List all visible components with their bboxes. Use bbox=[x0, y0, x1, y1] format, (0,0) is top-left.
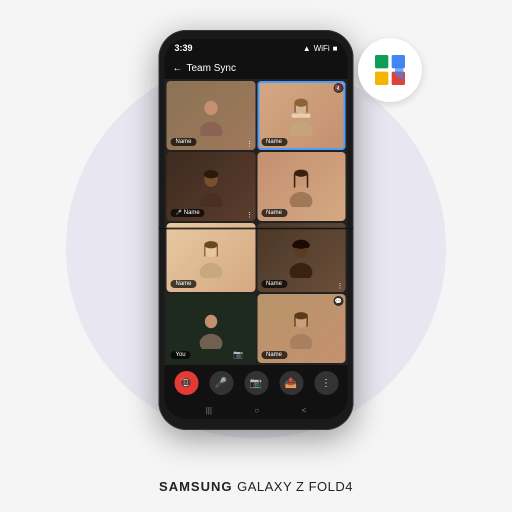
samsung-branding: SAMSUNG Galaxy Z Fold4 bbox=[159, 479, 353, 494]
participant-cell-3: 🎤 Name ⋮ bbox=[167, 152, 256, 221]
participant-cell-5: Name bbox=[167, 223, 256, 292]
participant-cell-self: You 📷 bbox=[167, 294, 256, 363]
model-name: Galaxy Z Fold4 bbox=[237, 479, 353, 494]
name-tag-1: Name bbox=[171, 138, 197, 146]
name-tag-self: You bbox=[171, 351, 191, 359]
participant-cell-6: Name ⋮ bbox=[257, 223, 346, 292]
share-button[interactable]: 📤 bbox=[279, 371, 303, 395]
more-button[interactable]: ⋮ bbox=[314, 371, 338, 395]
status-time: 3:39 bbox=[175, 43, 193, 53]
muted-2: 🔇 bbox=[334, 83, 344, 93]
more-options-3[interactable]: ⋮ bbox=[246, 211, 253, 219]
camera-icon-self: 📷 bbox=[233, 350, 243, 359]
name-tag-3: 🎤 Name bbox=[171, 209, 205, 217]
name-tag-6: Name bbox=[261, 280, 287, 288]
status-bar: 3:39 ▲ WiFi ■ bbox=[165, 39, 348, 57]
participant-cell-8: Name 💬 bbox=[257, 294, 346, 363]
wifi-icon: WiFi bbox=[314, 44, 330, 53]
scene: 3:39 ▲ WiFi ■ ← Team Sync bbox=[0, 0, 512, 512]
call-title: Team Sync bbox=[187, 63, 236, 74]
more-options-6[interactable]: ⋮ bbox=[337, 282, 344, 290]
recents-button[interactable]: ||| bbox=[206, 406, 212, 415]
name-tag-8: Name bbox=[261, 351, 287, 359]
signal-icon: ▲ bbox=[303, 44, 311, 53]
more-options-1[interactable]: ⋮ bbox=[246, 140, 253, 148]
phone: 3:39 ▲ WiFi ■ ← Team Sync bbox=[159, 30, 354, 430]
participant-cell-1: Name ⋮ bbox=[167, 81, 256, 150]
meet-icon bbox=[358, 38, 422, 102]
fold-crease bbox=[159, 227, 354, 230]
back-icon[interactable]: ← bbox=[173, 63, 183, 74]
brand-name: SAMSUNG bbox=[159, 479, 232, 494]
name-tag-2: Name bbox=[261, 138, 287, 146]
nav-bar: ← Team Sync bbox=[165, 57, 348, 79]
home-button[interactable]: ○ bbox=[254, 406, 259, 415]
call-controls: 📵 🎤 📷 📤 ⋮ bbox=[165, 365, 348, 401]
battery-icon: ■ bbox=[333, 44, 338, 53]
end-call-button[interactable]: 📵 bbox=[174, 371, 198, 395]
camera-button[interactable]: 📷 bbox=[244, 371, 268, 395]
home-navigation: ||| ○ < bbox=[165, 401, 348, 419]
back-button[interactable]: < bbox=[302, 406, 307, 415]
participant-cell-2: 🔇 Name bbox=[257, 81, 346, 150]
name-tag-5: Name bbox=[171, 280, 197, 288]
mute-button[interactable]: 🎤 bbox=[209, 371, 233, 395]
name-tag-4: Name bbox=[261, 209, 287, 217]
muted-8: 💬 bbox=[334, 296, 344, 306]
video-grid: Name ⋮ 🔇 bbox=[165, 79, 348, 365]
status-icons: ▲ WiFi ■ bbox=[303, 44, 338, 53]
participant-cell-4: Name bbox=[257, 152, 346, 221]
